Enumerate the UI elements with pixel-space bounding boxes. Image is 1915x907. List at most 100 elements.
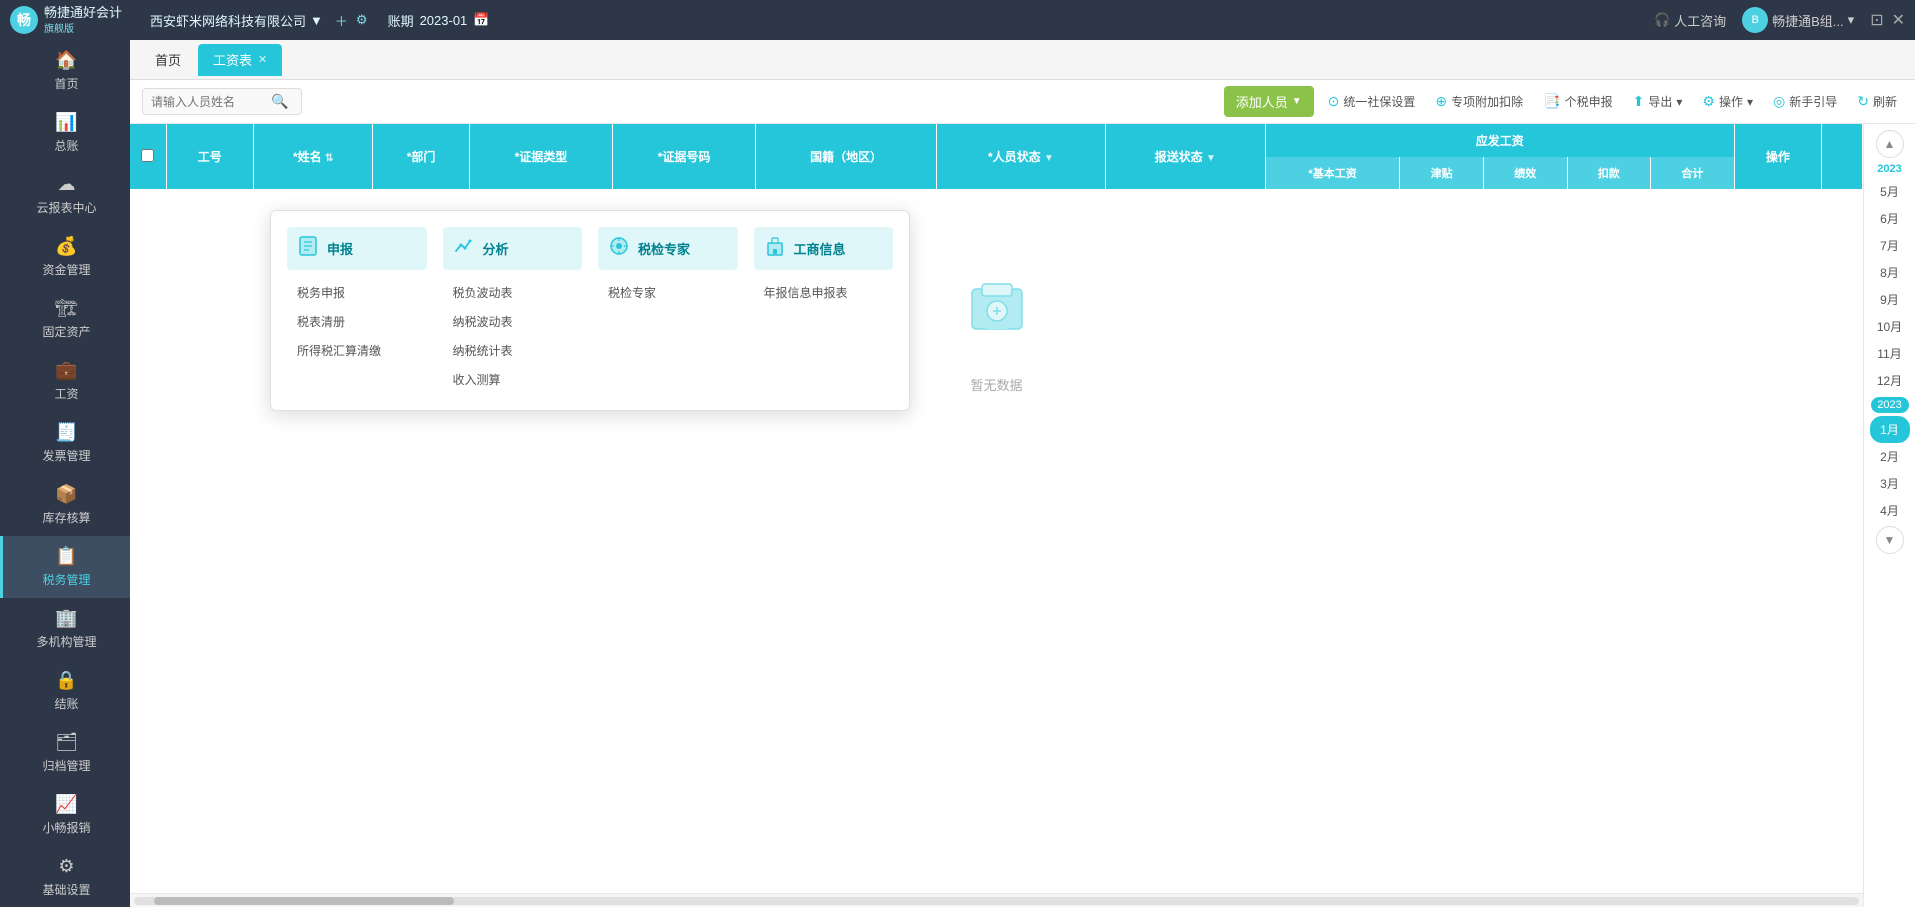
date-month-11[interactable]: 11月 bbox=[1870, 340, 1910, 367]
social-security-label: 统一社保设置 bbox=[1343, 93, 1415, 110]
add-person-button[interactable]: 添加人员 ▼ bbox=[1224, 86, 1314, 117]
tab-salary-table[interactable]: 工资表 ✕ bbox=[198, 44, 282, 76]
date-month-5[interactable]: 5月 bbox=[1870, 178, 1910, 205]
dm-analysis: 分析 税负波动表 纳税波动表 纳税统计表 收入测算 bbox=[443, 227, 583, 394]
sidebar-item-closing[interactable]: 🔒 结账 bbox=[0, 660, 130, 722]
dm-tax-declare[interactable]: 税务申报 bbox=[287, 278, 427, 307]
dm-tax-burden[interactable]: 税负波动表 bbox=[443, 278, 583, 307]
xiaochang-icon: 📈 bbox=[55, 794, 77, 815]
sidebar-label-fixed: 固定资产 bbox=[42, 323, 90, 340]
period-selector[interactable]: 账期 2023-01 📅 bbox=[388, 11, 490, 30]
empty-text: 暂无数据 bbox=[970, 375, 1022, 394]
sidebar-item-inventory[interactable]: 📦 库存核算 bbox=[0, 474, 130, 536]
company-dropdown-icon[interactable]: ▼ bbox=[310, 13, 323, 28]
date-month-7[interactable]: 7月 bbox=[1870, 232, 1910, 259]
social-security-btn[interactable]: ⊙ 统一社保设置 bbox=[1322, 89, 1422, 114]
date-month-12[interactable]: 12月 bbox=[1870, 367, 1910, 394]
logo-text: 畅捷通好会计 bbox=[44, 5, 122, 21]
top-bar: 畅 畅捷通好会计 旗舰版 西安虾米网络科技有限公司 ▼ ＋ ⚙ 账期 2023-… bbox=[0, 0, 1915, 40]
sidebar-item-multi[interactable]: 🏢 多机构管理 bbox=[0, 598, 130, 660]
fund-icon: 💰 bbox=[55, 236, 77, 257]
dm-analysis-header: 分析 bbox=[443, 227, 583, 270]
guide-btn[interactable]: ◎ 新手引导 bbox=[1767, 89, 1843, 114]
add-person-dropdown-icon: ▼ bbox=[1292, 96, 1302, 107]
sidebar-item-invoice[interactable]: 🧾 发票管理 bbox=[0, 412, 130, 474]
fixed-icon: 🏗 bbox=[55, 298, 78, 319]
th-total: 合计 bbox=[1651, 157, 1735, 189]
tab-home[interactable]: 首页 bbox=[140, 44, 196, 76]
sidebar-item-archive[interactable]: 🗂 归档管理 bbox=[0, 722, 130, 784]
sidebar-label-report: 云报表中心 bbox=[36, 199, 96, 216]
date-month-3[interactable]: 3月 bbox=[1870, 470, 1910, 497]
restore-btn[interactable]: ⊡ bbox=[1870, 10, 1883, 30]
period-value[interactable]: 2023-01 bbox=[420, 13, 468, 28]
date-month-9[interactable]: 9月 bbox=[1870, 286, 1910, 313]
search-input[interactable] bbox=[151, 95, 271, 109]
dm-income-clear[interactable]: 所得税汇算清缴 bbox=[287, 336, 427, 365]
tab-bar: 首页 工资表 ✕ bbox=[130, 40, 1915, 80]
headset-icon: 🎧 bbox=[1654, 12, 1670, 28]
date-month-8[interactable]: 8月 bbox=[1870, 259, 1910, 286]
tab-salary-label: 工资表 bbox=[213, 50, 252, 69]
sidebar-item-fixed[interactable]: 🏗 固定资产 bbox=[0, 288, 130, 350]
select-all-checkbox[interactable] bbox=[141, 149, 154, 162]
date-month-6[interactable]: 6月 bbox=[1870, 205, 1910, 232]
export-btn[interactable]: ⬆ 导出 ▾ bbox=[1627, 89, 1689, 114]
tab-close-btn[interactable]: ✕ bbox=[258, 53, 267, 66]
sidebar-item-tax[interactable]: 📋 税务管理 ◀ bbox=[0, 536, 130, 598]
date-down-btn[interactable]: ▼ bbox=[1876, 526, 1904, 554]
user-dropdown-icon: ▾ bbox=[1848, 12, 1855, 28]
search-box[interactable]: 🔍 bbox=[142, 88, 302, 115]
user-info[interactable]: B 畅捷通B组... ▾ bbox=[1742, 7, 1854, 33]
settings-icon[interactable]: ⚙ bbox=[356, 12, 368, 28]
date-month-2[interactable]: 2月 bbox=[1870, 443, 1910, 470]
settings-sidebar-icon: ⚙ bbox=[58, 856, 74, 877]
operations-btn[interactable]: ⚙ 操作 ▾ bbox=[1696, 89, 1759, 114]
dm-expert-header: 税检专家 bbox=[598, 227, 738, 270]
declaration-label: 申报 bbox=[327, 239, 353, 258]
dm-tax-payment[interactable]: 纳税波动表 bbox=[443, 307, 583, 336]
status-filter-icon[interactable]: ▼ bbox=[1044, 153, 1054, 164]
th-deduction: 扣款 bbox=[1567, 157, 1651, 189]
ledger-icon: 📊 bbox=[55, 112, 77, 133]
refresh-btn[interactable]: ↻ 刷新 bbox=[1851, 89, 1903, 114]
dm-tax-table[interactable]: 税表清册 bbox=[287, 307, 427, 336]
date-month-1[interactable]: 1月 bbox=[1870, 416, 1910, 443]
close-btn[interactable]: ✕ bbox=[1892, 10, 1905, 30]
report-filter-icon[interactable]: ▼ bbox=[1206, 153, 1216, 164]
sidebar-item-report[interactable]: ☁ 云报表中心 bbox=[0, 164, 130, 226]
add-person-label: 添加人员 bbox=[1236, 92, 1288, 111]
service-btn[interactable]: 🎧 人工咨询 bbox=[1654, 11, 1726, 30]
inventory-icon: 📦 bbox=[55, 484, 77, 505]
h-scrollbar[interactable] bbox=[130, 893, 1863, 907]
sidebar-item-settings[interactable]: ⚙ 基础设置 bbox=[0, 846, 130, 907]
name-sort-icon[interactable]: ⇅ bbox=[325, 153, 333, 164]
sidebar-item-fund[interactable]: 💰 资金管理 bbox=[0, 226, 130, 288]
tax-return-btn[interactable]: 📑 个税申报 bbox=[1537, 89, 1618, 114]
sidebar-item-salary[interactable]: 💼 工资 bbox=[0, 350, 130, 412]
h-scrollbar-thumb[interactable] bbox=[154, 897, 454, 905]
company-name: 西安虾米网络科技有限公司 bbox=[150, 11, 306, 30]
home-icon: 🏠 bbox=[55, 50, 77, 71]
date-month-4[interactable]: 4月 bbox=[1870, 497, 1910, 524]
dm-tax-stat[interactable]: 纳税统计表 bbox=[443, 336, 583, 365]
th-checkbox[interactable] bbox=[130, 124, 166, 189]
sidebar-item-xiaochang[interactable]: 📈 小畅报销 bbox=[0, 784, 130, 846]
dm-annual-report[interactable]: 年报信息申报表 bbox=[754, 278, 894, 307]
dm-expert[interactable]: 税检专家 bbox=[598, 278, 738, 307]
date-up-btn[interactable]: ▲ bbox=[1876, 130, 1904, 158]
special-add-btn[interactable]: ⊕ 专项附加扣除 bbox=[1429, 89, 1529, 114]
archive-icon: 🗂 bbox=[55, 732, 78, 753]
sidebar-item-ledger[interactable]: 📊 总账 bbox=[0, 102, 130, 164]
special-add-icon: ⊕ bbox=[1435, 93, 1447, 110]
analysis-cat-icon bbox=[453, 235, 475, 262]
company-selector[interactable]: 西安虾米网络科技有限公司 ▼ ＋ ⚙ bbox=[150, 11, 368, 30]
calendar-icon[interactable]: 📅 bbox=[473, 12, 489, 28]
sidebar-item-home[interactable]: 🏠 首页 bbox=[0, 40, 130, 102]
date-month-10[interactable]: 10月 bbox=[1870, 313, 1910, 340]
sidebar-label-fund: 资金管理 bbox=[42, 261, 90, 278]
dm-income-calc[interactable]: 收入测算 bbox=[443, 365, 583, 394]
sidebar-label-invoice: 发票管理 bbox=[42, 447, 90, 464]
add-company-icon[interactable]: ＋ bbox=[335, 11, 348, 30]
th-actions bbox=[1822, 124, 1863, 189]
